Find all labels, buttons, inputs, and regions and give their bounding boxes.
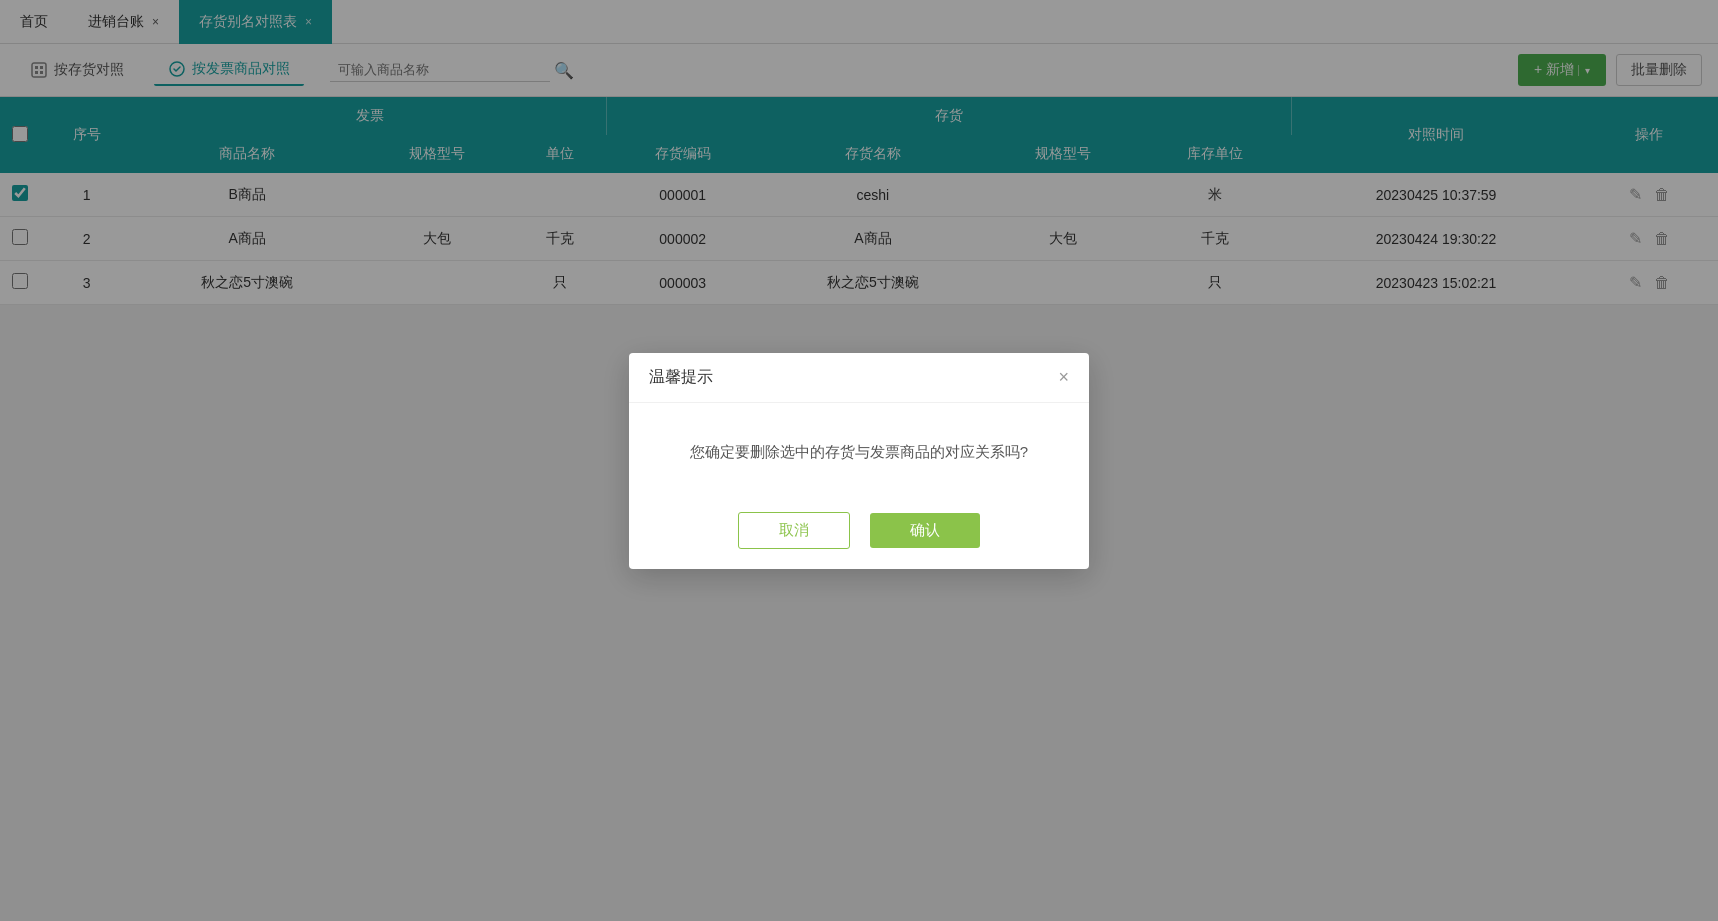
modal-overlay: 温馨提示 × 您确定要删除选中的存货与发票商品的对应关系吗? 取消 确认 xyxy=(0,0,1718,305)
